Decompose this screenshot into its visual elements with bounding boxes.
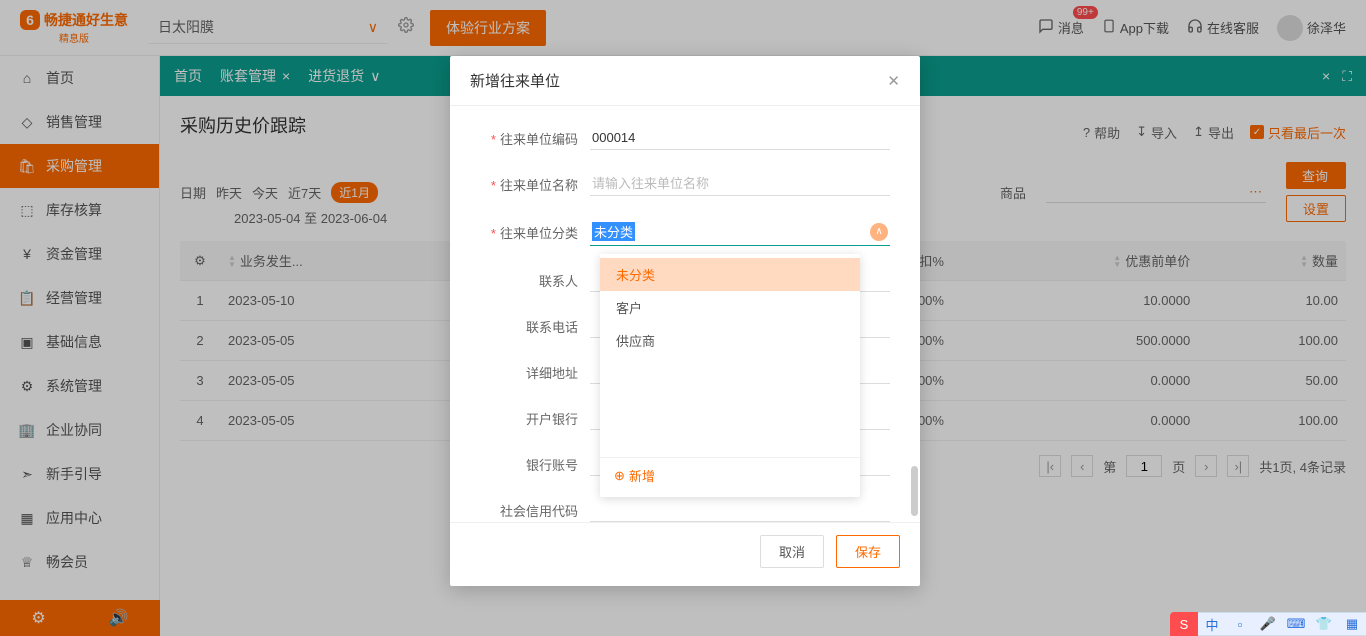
dropdown-option[interactable]: 未分类 <box>600 258 860 291</box>
partner-code-input[interactable] <box>590 126 890 150</box>
dropdown-option[interactable]: 客户 <box>600 291 860 324</box>
ime-logo-icon[interactable]: S <box>1170 612 1198 636</box>
ime-skin-icon[interactable]: 👕 <box>1310 612 1338 636</box>
chevron-up-icon: ∧ <box>870 223 888 241</box>
ime-keyboard-icon[interactable]: ⌨ <box>1282 612 1310 636</box>
partner-name-input[interactable] <box>590 172 890 196</box>
partner-category-select[interactable]: 未分类 ∧ <box>590 218 890 246</box>
select-value: 未分类 <box>592 222 635 241</box>
field-label: 往来单位编码 <box>500 132 578 147</box>
ime-punct-icon[interactable]: ▫ <box>1226 612 1254 636</box>
scrollbar[interactable] <box>911 466 918 516</box>
save-button[interactable]: 保存 <box>836 535 900 568</box>
ime-mic-icon[interactable]: 🎤 <box>1254 612 1282 636</box>
dropdown-add-button[interactable]: ⊕ 新增 <box>600 457 860 493</box>
field-label: 详细地址 <box>526 366 578 381</box>
close-icon[interactable]: ✕ <box>887 72 900 90</box>
dropdown-add-label: 新增 <box>629 466 655 485</box>
plus-icon: ⊕ <box>614 468 625 484</box>
ime-lang-button[interactable]: 中 <box>1198 612 1226 636</box>
cancel-button[interactable]: 取消 <box>760 535 824 568</box>
dropdown-option[interactable]: 供应商 <box>600 324 860 357</box>
category-dropdown: 未分类 客户 供应商 ⊕ 新增 <box>600 254 860 497</box>
modal-header: 新增往来单位 ✕ <box>450 56 920 106</box>
modal-footer: 取消 保存 <box>450 522 920 586</box>
ime-toolbox-icon[interactable]: ▦ <box>1338 612 1366 636</box>
credit-code-input[interactable] <box>590 498 890 522</box>
field-label: 社会信用代码 <box>500 504 578 519</box>
field-label: 联系电话 <box>526 320 578 335</box>
field-label: 往来单位分类 <box>500 226 578 241</box>
field-label: 往来单位名称 <box>500 178 578 193</box>
ime-toolbar: S 中 ▫ 🎤 ⌨ 👕 ▦ <box>1170 612 1366 636</box>
field-label: 开户银行 <box>526 412 578 427</box>
field-label: 银行账号 <box>526 458 578 473</box>
modal-title: 新增往来单位 <box>470 70 560 91</box>
field-label: 联系人 <box>539 274 578 289</box>
